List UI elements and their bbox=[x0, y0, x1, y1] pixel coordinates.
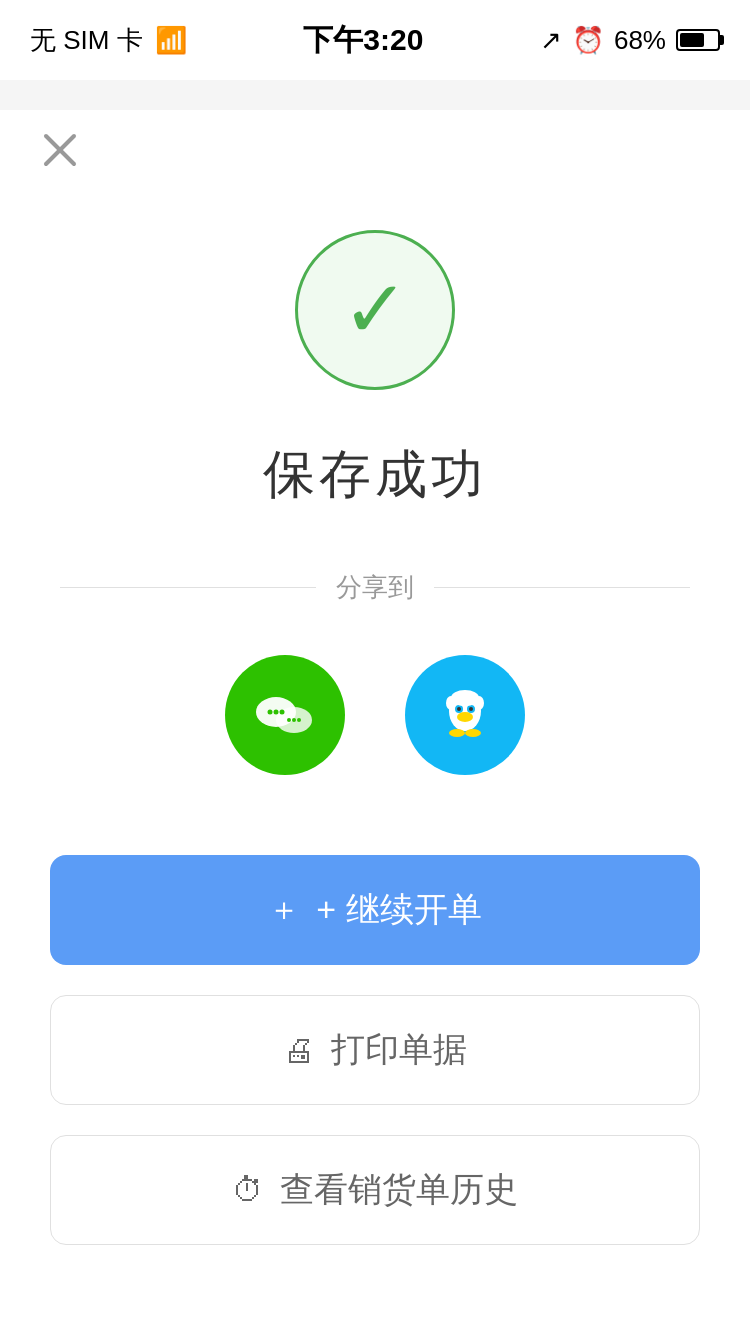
svg-point-4 bbox=[268, 710, 273, 715]
carrier-text: 无 SIM 卡 bbox=[30, 23, 143, 58]
success-title: 保存成功 bbox=[263, 440, 487, 510]
action-buttons: ＋ + 继续开单 🖨 打印单据 ⏱ 查看销货单历史 bbox=[0, 855, 750, 1245]
svg-point-5 bbox=[274, 710, 279, 715]
qq-icon bbox=[433, 683, 498, 748]
qq-share-button[interactable] bbox=[405, 655, 525, 775]
divider-right bbox=[434, 587, 690, 588]
svg-point-6 bbox=[280, 710, 285, 715]
checkmark-icon: ✓ bbox=[342, 270, 409, 350]
history-label: 查看销货单历史 bbox=[280, 1167, 518, 1213]
continue-button[interactable]: ＋ + 继续开单 bbox=[50, 855, 700, 965]
wechat-share-button[interactable] bbox=[225, 655, 345, 775]
status-bar: 无 SIM 卡 📶 下午3:20 ↗ ⏰ 68% bbox=[0, 0, 750, 80]
status-left: 无 SIM 卡 📶 bbox=[30, 23, 187, 58]
svg-point-7 bbox=[287, 718, 291, 722]
clock-icon: ⏱ bbox=[232, 1172, 264, 1209]
share-section: 分享到 bbox=[0, 570, 750, 775]
printer-icon: 🖨 bbox=[283, 1032, 315, 1069]
svg-point-19 bbox=[449, 729, 465, 737]
svg-point-9 bbox=[297, 718, 301, 722]
alarm-icon: ⏰ bbox=[572, 25, 604, 56]
share-label: 分享到 bbox=[336, 570, 414, 605]
wechat-icon bbox=[250, 680, 320, 750]
svg-point-13 bbox=[457, 707, 461, 711]
print-button[interactable]: 🖨 打印单据 bbox=[50, 995, 700, 1105]
svg-point-18 bbox=[474, 696, 484, 710]
close-button[interactable] bbox=[20, 110, 100, 190]
wifi-icon: 📶 bbox=[155, 25, 187, 56]
share-divider: 分享到 bbox=[0, 570, 750, 605]
svg-point-17 bbox=[446, 696, 456, 710]
plus-icon: ＋ bbox=[268, 888, 300, 932]
svg-point-8 bbox=[292, 718, 296, 722]
battery-percent: 68% bbox=[614, 25, 666, 56]
share-icons bbox=[0, 655, 750, 775]
battery-icon bbox=[676, 29, 720, 51]
close-icon bbox=[40, 130, 80, 170]
history-button[interactable]: ⏱ 查看销货单历史 bbox=[50, 1135, 700, 1245]
continue-label: + 继续开单 bbox=[316, 887, 481, 933]
divider-left bbox=[60, 587, 316, 588]
success-circle: ✓ bbox=[295, 230, 455, 390]
status-time: 下午3:20 bbox=[303, 20, 423, 61]
status-right: ↗ ⏰ 68% bbox=[540, 25, 720, 56]
print-label: 打印单据 bbox=[331, 1027, 467, 1073]
location-icon: ↗ bbox=[540, 25, 562, 56]
svg-point-15 bbox=[457, 712, 473, 722]
main-content: ✓ 保存成功 分享到 bbox=[0, 110, 750, 1334]
svg-point-20 bbox=[465, 729, 481, 737]
success-section: ✓ 保存成功 bbox=[0, 190, 750, 510]
svg-point-14 bbox=[469, 707, 473, 711]
